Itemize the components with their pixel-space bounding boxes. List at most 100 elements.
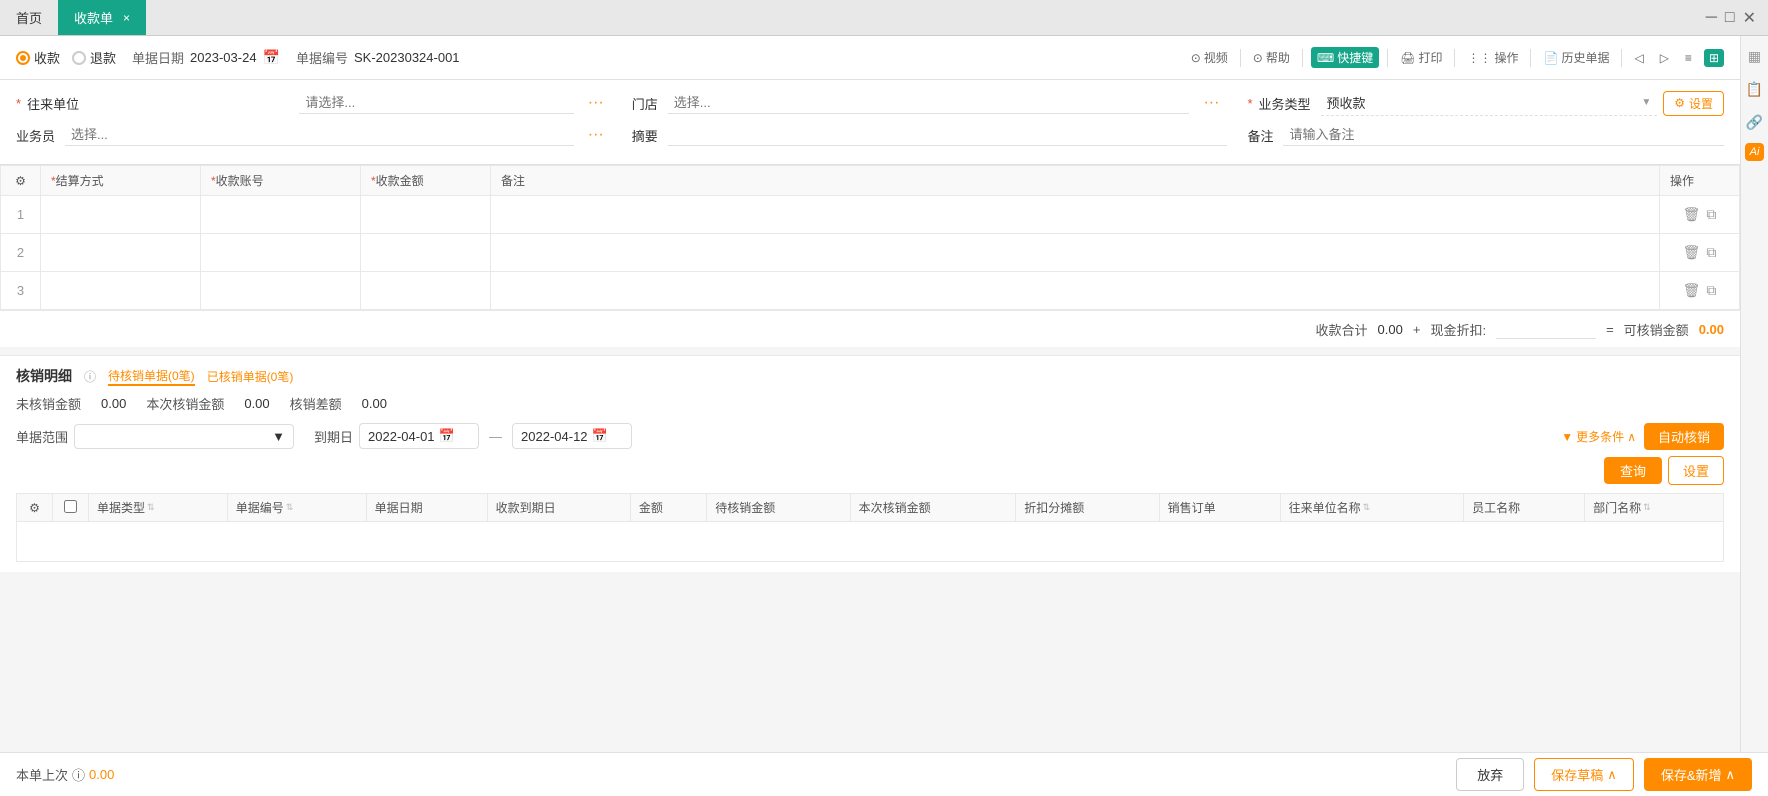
sidebar-ai-icon[interactable]: Ai [1745,143,1765,161]
store-more-btn[interactable]: ··· [1195,94,1227,112]
diff-val: 0.00 [362,396,387,411]
minimize-icon[interactable]: ─ [1706,9,1717,27]
recon-discount-th: 折扣分摊额 [1016,494,1159,522]
ops-cell-1: 🗑 ⧉ [1670,206,1729,223]
delete-icon-2[interactable]: 🗑 [1683,244,1701,261]
tab-receipt[interactable]: 收款单 × [58,0,146,35]
shortcut-btn[interactable]: ⌨ 快捷键 [1311,47,1379,68]
counterparty-input[interactable] [299,92,573,114]
business-type-select[interactable]: 预收款 ▼ [1321,90,1658,116]
done-tab[interactable]: 已核销单据(0笔) [207,368,294,385]
copy-icon-3[interactable]: ⧉ [1706,282,1716,299]
calendar-icon[interactable]: 📅 [263,49,280,66]
ops-btn[interactable]: ⋮⋮ 操作 [1463,47,1522,68]
save-draft-btn[interactable]: 保存草稿 ∧ [1534,758,1634,791]
receipt-account-cell-3[interactable] [201,272,361,310]
layout-grid-icon[interactable]: ⊞ [1704,49,1724,67]
nav-next-icon[interactable]: ▷ [1656,49,1673,67]
counterparty-more-btn[interactable]: ··· [580,94,612,112]
due-date-label: 到期日 [314,427,353,446]
table-settings-header[interactable]: ⚙ [1,166,41,196]
divider4 [1454,49,1455,67]
recon-select-all[interactable] [64,500,77,513]
sidebar-attach-icon[interactable]: 🔗 [1742,110,1767,135]
auto-reconcile-btn[interactable]: 自动核销 [1644,423,1724,450]
copy-icon-2[interactable]: ⧉ [1706,244,1716,261]
copy-icon-1[interactable]: ⧉ [1706,206,1716,223]
recon-settings-btn[interactable]: 设置 [1668,456,1724,485]
recon-current-th: 本次核销金额 [850,494,1016,522]
scope-select[interactable]: ▼ [74,424,294,449]
delete-icon-1[interactable]: 🗑 [1683,206,1701,223]
refund-radio[interactable]: 退款 [72,48,116,67]
settle-method-cell-2[interactable] [41,234,201,272]
save-new-btn[interactable]: 保存&新增 ∧ [1644,758,1752,791]
recon-due-th: 收款到期日 [487,494,630,522]
video-btn[interactable]: ⊙ 视频 [1187,47,1232,68]
reconcile-info-icon[interactable]: ⓘ [84,368,96,385]
bill-no-value: SK-20230324-001 [354,50,460,65]
store-label: 门店 [632,94,658,113]
receipt-account-cell-2[interactable] [201,234,361,272]
date-to-picker[interactable]: 2022-04-12 📅 [512,423,632,449]
tab-close-icon[interactable]: × [123,11,130,25]
query-btn[interactable]: 查询 [1604,457,1662,484]
settings-button[interactable]: ⚙ 设置 [1663,91,1724,116]
receipt-radio[interactable]: 收款 [16,48,60,67]
diff-label: 核销差额 [290,394,342,413]
save-draft-chevron: ∧ [1607,767,1617,783]
sidebar-table-icon[interactable]: ▦ [1744,44,1765,69]
unchecked-label: 未核销金额 [16,394,81,413]
remark-cell-3[interactable] [491,272,1660,310]
sort-icon-no: ⇅ [286,502,294,513]
plus-sign: + [1413,322,1421,337]
window-controls: ─ □ ✕ [1706,8,1768,28]
receipt-account-cell-1[interactable] [201,196,361,234]
history-btn[interactable]: 📄 历史单据 [1539,47,1613,68]
remark-input[interactable] [1283,124,1724,146]
sort-icon-type: ⇅ [147,502,155,513]
nav-prev-icon[interactable]: ◁ [1630,49,1647,67]
settle-method-header: *结算方式 [41,166,201,196]
refund-radio-label: 退款 [90,48,116,67]
remark-cell-1[interactable] [491,196,1660,234]
salesperson-input[interactable] [65,124,574,146]
layout-list-icon[interactable]: ≡ [1681,49,1696,67]
table-row: 3 🗑 ⧉ [1,272,1740,310]
form-row-1: * 往来单位 ··· 门店 ··· * 业务类型 预收款 ▼ ⚙ [16,90,1724,116]
subtotal-label: 收款合计 [1316,320,1368,339]
recon-checkbox-th[interactable] [53,494,89,522]
recon-employee-th: 员工名称 [1464,494,1585,522]
settle-method-cell-1[interactable] [41,196,201,234]
row-num-1: 1 [1,196,41,234]
print-icon: 🖨 [1400,51,1415,65]
recon-settings-th[interactable]: ⚙ [17,494,53,522]
maximize-icon[interactable]: □ [1725,9,1735,27]
receipt-amount-cell-2[interactable] [361,234,491,272]
pending-tab[interactable]: 待核销单据(0笔) [108,367,195,386]
receipt-amount-cell-3[interactable] [361,272,491,310]
settle-method-cell-3[interactable] [41,272,201,310]
abandon-btn[interactable]: 放弃 [1456,758,1524,791]
divider5 [1530,49,1531,67]
recon-pending-th: 待核销金额 [707,494,850,522]
salesperson-label: 业务员 [16,126,55,145]
store-input[interactable] [668,92,1190,114]
salesperson-more-btn[interactable]: ··· [580,126,612,144]
info-icon-bottom: ⓘ [72,765,85,784]
receipt-radio-dot [16,51,30,65]
remark-cell-2[interactable] [491,234,1660,272]
summary-field: 摘要 [632,124,1228,146]
receipt-amount-cell-1[interactable] [361,196,491,234]
discount-input[interactable] [1496,319,1596,339]
summary-input[interactable] [668,124,1228,146]
close-icon[interactable]: ✕ [1743,8,1756,28]
help-btn[interactable]: ⊙ 帮助 [1249,47,1294,68]
delete-icon-3[interactable]: 🗑 [1683,282,1701,299]
more-conditions-btn[interactable]: ▼ 更多条件 ∧ [1561,428,1636,445]
date-from-picker[interactable]: 2022-04-01 📅 [359,423,479,449]
print-btn[interactable]: 🖨 打印 [1396,47,1446,68]
tab-home[interactable]: 首页 [0,0,58,35]
reconcile-header: 核销明细 ⓘ 待核销单据(0笔) 已核销单据(0笔) [16,366,1724,386]
sidebar-doc-icon[interactable]: 📋 [1742,77,1767,102]
